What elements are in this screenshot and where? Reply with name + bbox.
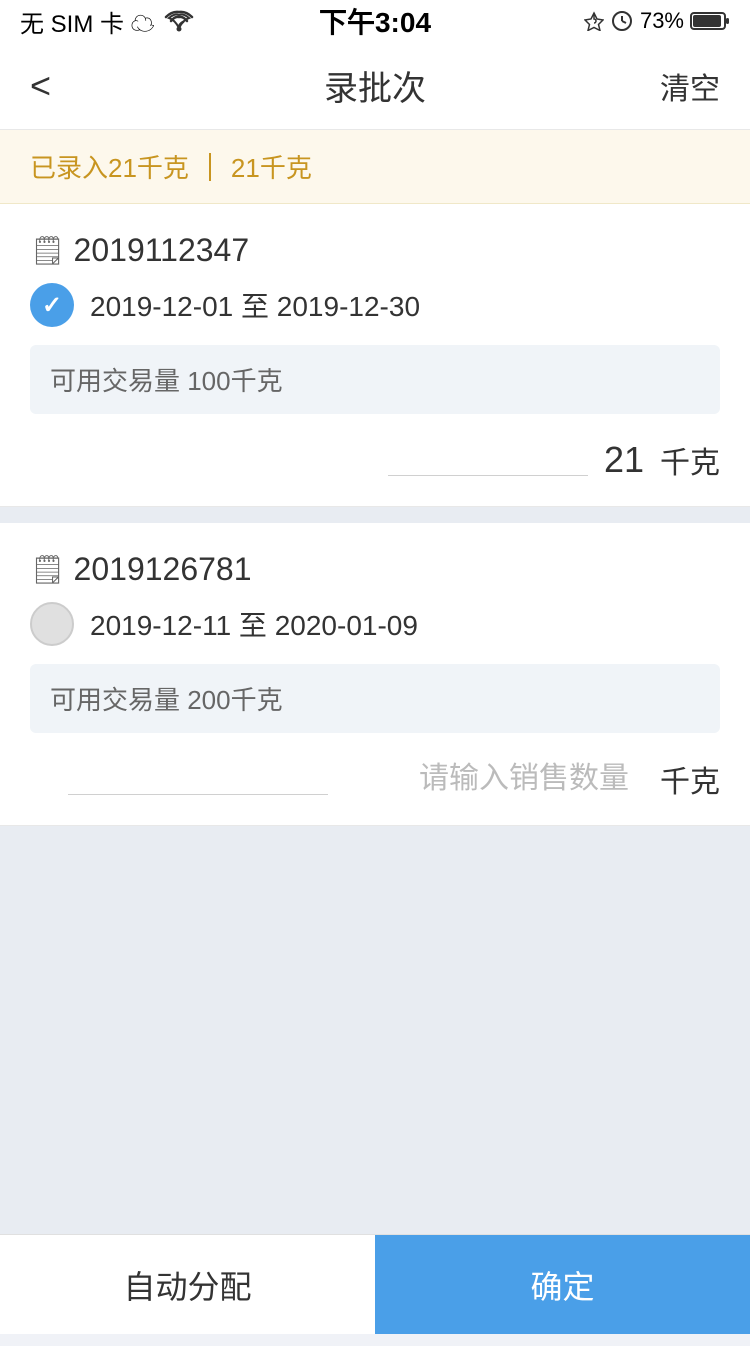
item2-radio[interactable] <box>30 602 74 646</box>
status-right: 73% <box>584 8 730 34</box>
bottom-bar: 自动分配 确定 <box>0 1234 750 1334</box>
item2-input-divider <box>68 794 328 795</box>
section-divider <box>0 507 750 523</box>
item1-id: 2019112347 <box>74 232 250 269</box>
item2-input-row: 千克 <box>0 733 750 826</box>
item2-availability: 可用交易量 200千克 <box>30 664 720 733</box>
item1-amount-divider <box>388 475 588 476</box>
item2-doc-icon: 🗒 <box>30 553 66 586</box>
item1-amount-row: 21 千克 <box>0 414 750 507</box>
status-time: 下午3:04 <box>319 1 431 41</box>
item1-radio[interactable]: ✓ <box>30 283 74 327</box>
status-left: 无 SIM 卡 ☁ <box>20 4 195 39</box>
item1-id-row: 🗒 2019112347 <box>30 232 720 269</box>
battery-percent: 73% <box>640 8 684 34</box>
item1-checkmark: ✓ <box>42 291 62 320</box>
wifi-icon <box>163 10 195 32</box>
battery-icon <box>690 10 730 32</box>
status-bar: 无 SIM 卡 ☁ 下午3:04 73% <box>0 0 750 42</box>
clear-button[interactable]: 清空 <box>660 64 720 108</box>
item-card-1: 🗒 2019112347 ✓ 2019-12-01 至 2019-12-30 可… <box>0 204 750 414</box>
item2-id-row: 🗒 2019126781 <box>30 551 720 588</box>
item2-quantity-input[interactable] <box>344 762 644 796</box>
back-button[interactable]: < <box>30 65 51 107</box>
item1-doc-icon: 🗒 <box>30 234 66 267</box>
nav-bar: < 录批次 清空 <box>0 42 750 130</box>
item2-unit: 千克 <box>660 757 720 801</box>
item2-id: 2019126781 <box>74 551 252 588</box>
location-icon <box>584 11 604 31</box>
sim-label: 无 SIM 卡 ☁ <box>20 4 155 39</box>
item1-availability: 可用交易量 100千克 <box>30 345 720 414</box>
banner-divider <box>209 153 211 181</box>
confirm-button[interactable]: 确定 <box>375 1235 750 1334</box>
item-card-2: 🗒 2019126781 2019-12-11 至 2020-01-09 可用交… <box>0 523 750 733</box>
clock-icon <box>610 9 634 33</box>
item1-date-row[interactable]: ✓ 2019-12-01 至 2019-12-30 <box>30 283 720 327</box>
item1-date-range: 2019-12-01 至 2019-12-30 <box>90 285 420 325</box>
auto-distribute-button[interactable]: 自动分配 <box>0 1235 375 1334</box>
item1-amount-value: 21 <box>604 439 644 481</box>
item2-date-range: 2019-12-11 至 2020-01-09 <box>90 604 418 644</box>
recorded-amount-label: 已录入21千克 <box>30 148 189 185</box>
item2-date-row[interactable]: 2019-12-11 至 2020-01-09 <box>30 602 720 646</box>
info-banner: 已录入21千克 21千克 <box>0 130 750 204</box>
recorded-amount-value: 21千克 <box>231 148 312 185</box>
item1-amount-unit: 千克 <box>660 438 720 482</box>
page-title: 录批次 <box>324 61 426 110</box>
empty-area <box>0 826 750 1246</box>
